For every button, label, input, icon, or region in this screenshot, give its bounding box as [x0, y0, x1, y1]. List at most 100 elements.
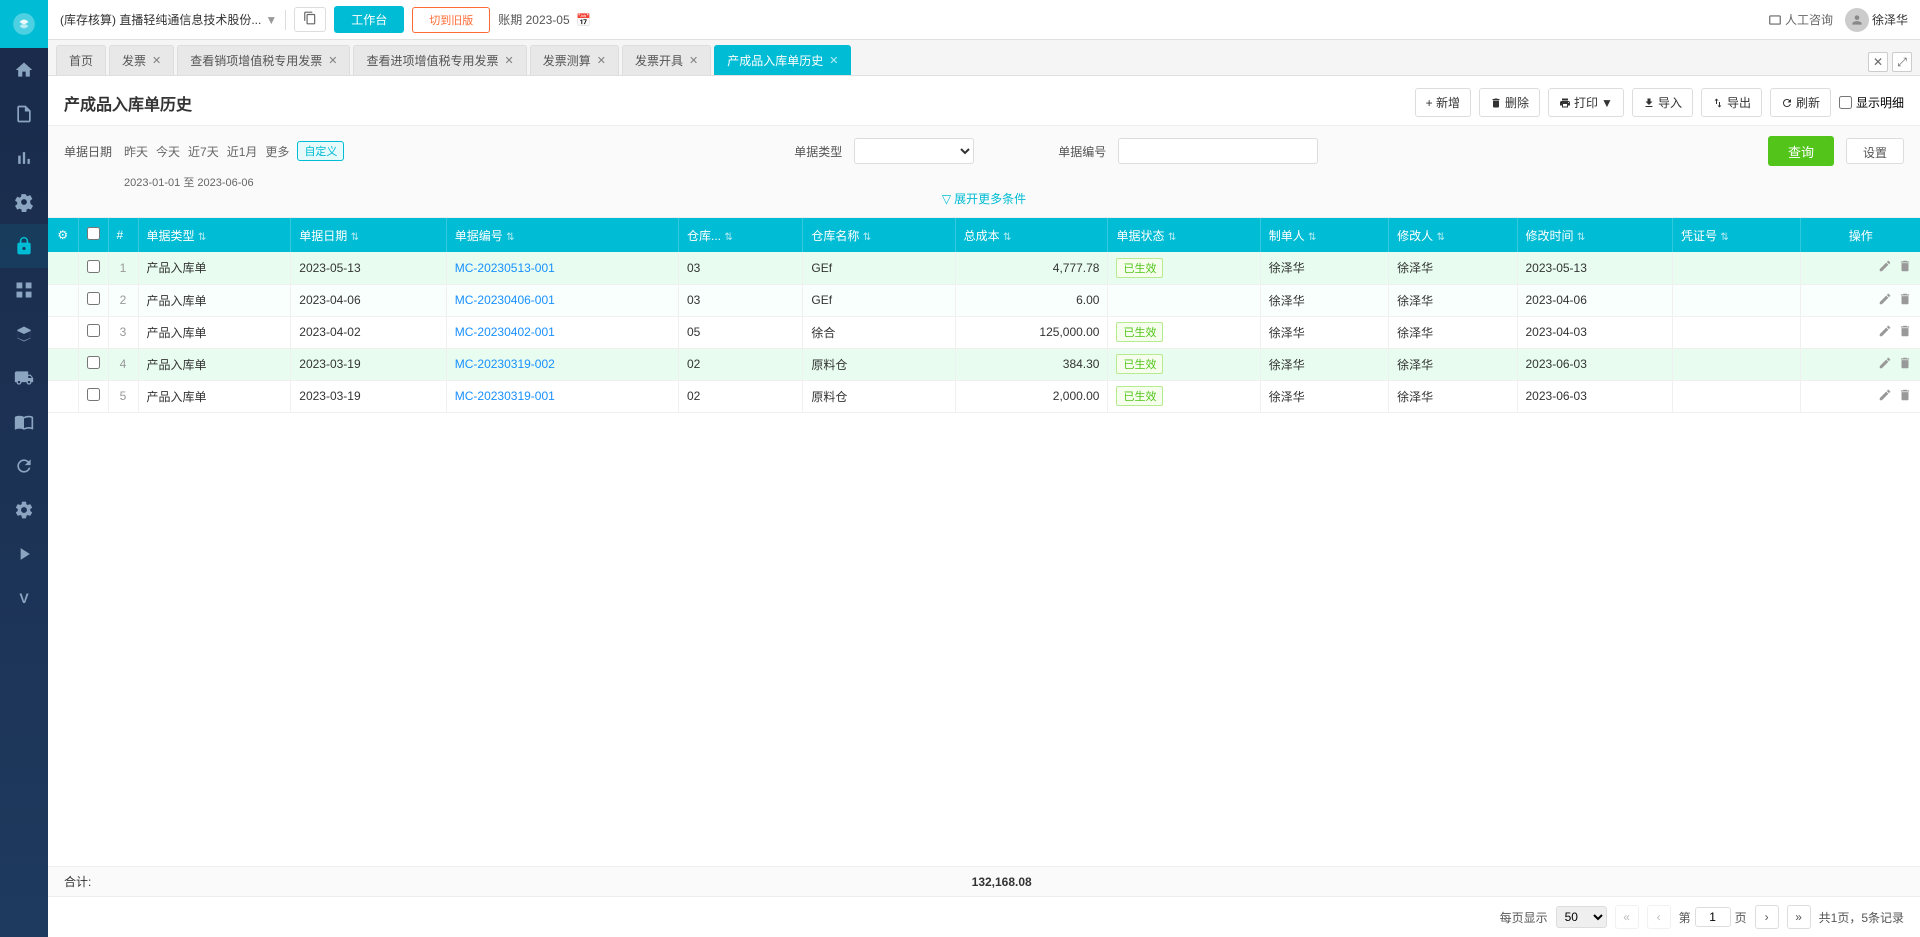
tab-calc-close[interactable]: ✕: [597, 54, 606, 67]
th-cost[interactable]: 总成本 ⇅: [955, 218, 1108, 252]
export-btn[interactable]: 导出: [1701, 88, 1762, 117]
td-checkbox[interactable]: [78, 380, 108, 412]
record-link[interactable]: MC-20230319-001: [455, 389, 555, 403]
date-more[interactable]: 更多: [265, 143, 289, 160]
refresh-btn[interactable]: 刷新: [1770, 88, 1831, 117]
sidebar-item-config[interactable]: [0, 488, 48, 532]
th-status[interactable]: 单据状态 ⇅: [1108, 218, 1260, 252]
th-modifier[interactable]: 修改人 ⇅: [1389, 218, 1517, 252]
th-checkbox[interactable]: [78, 218, 108, 252]
edit-icon[interactable]: [1878, 356, 1892, 373]
th-date[interactable]: 单据日期 ⇅: [291, 218, 446, 252]
first-page-btn[interactable]: «: [1615, 905, 1639, 929]
last-page-btn[interactable]: »: [1787, 905, 1811, 929]
sidebar-item-box[interactable]: [0, 312, 48, 356]
td-checkbox[interactable]: [78, 284, 108, 316]
print-btn[interactable]: 打印 ▼: [1548, 88, 1624, 117]
print-dropdown-icon[interactable]: ▼: [1601, 96, 1613, 110]
td-checkbox[interactable]: [78, 316, 108, 348]
th-voucher[interactable]: 凭证号 ⇅: [1672, 218, 1800, 252]
delete-row-icon[interactable]: [1898, 388, 1912, 405]
tab-calc[interactable]: 发票测算 ✕: [530, 45, 619, 75]
set-btn[interactable]: 设置: [1846, 138, 1904, 164]
sidebar-item-v[interactable]: V: [0, 576, 48, 620]
per-page-select[interactable]: 50 100 200: [1556, 906, 1607, 928]
sidebar-item-home[interactable]: [0, 48, 48, 92]
th-number[interactable]: 单据编号 ⇅: [446, 218, 678, 252]
date-today[interactable]: 今天: [156, 143, 180, 160]
next-page-btn[interactable]: ›: [1755, 905, 1779, 929]
user-menu[interactable]: 徐泽华: [1845, 8, 1908, 32]
sidebar-item-settings[interactable]: [0, 180, 48, 224]
switch-version-btn[interactable]: 切到旧版: [412, 7, 490, 33]
show-detail-checkbox[interactable]: [1839, 96, 1852, 109]
new-btn[interactable]: + 新增: [1415, 88, 1471, 117]
tab-check-sales-close[interactable]: ✕: [328, 54, 337, 67]
show-detail-toggle[interactable]: 显示明细: [1839, 94, 1904, 111]
company-dropdown-icon[interactable]: ▼: [265, 13, 277, 27]
delete-btn[interactable]: 删除: [1479, 88, 1540, 117]
tab-invoice-close[interactable]: ✕: [152, 54, 161, 67]
calendar-icon[interactable]: 📅: [576, 13, 591, 27]
edit-icon[interactable]: [1878, 292, 1892, 309]
prev-page-btn[interactable]: ‹: [1647, 905, 1671, 929]
date-yesterday[interactable]: 昨天: [124, 143, 148, 160]
sidebar-item-grid[interactable]: [0, 268, 48, 312]
help-btn[interactable]: 人工咨询: [1768, 11, 1833, 28]
record-link[interactable]: MC-20230402-001: [455, 325, 555, 339]
select-all-checkbox[interactable]: [87, 227, 100, 240]
delete-row-icon[interactable]: [1898, 356, 1912, 373]
delete-row-icon[interactable]: [1898, 292, 1912, 309]
tab-invoice[interactable]: 发票 ✕: [109, 45, 174, 75]
tab-open[interactable]: 发票开具 ✕: [622, 45, 711, 75]
expand-filter-btn[interactable]: ▽ 展开更多条件: [942, 190, 1026, 207]
row-checkbox[interactable]: [87, 292, 100, 305]
tab-expand-btn[interactable]: ⤢: [1892, 52, 1912, 72]
record-link[interactable]: MC-20230513-001: [455, 261, 555, 275]
page-number-input[interactable]: [1695, 907, 1731, 927]
tab-check-sales[interactable]: 查看销项增值税专用发票 ✕: [177, 45, 350, 75]
sidebar-item-analytics[interactable]: [0, 136, 48, 180]
number-filter-input[interactable]: [1118, 138, 1318, 164]
edit-icon[interactable]: [1878, 388, 1892, 405]
edit-icon[interactable]: [1878, 259, 1892, 276]
tab-product-history-close[interactable]: ✕: [829, 54, 838, 67]
tab-product-history[interactable]: 产成品入库单历史 ✕: [714, 45, 851, 75]
row-checkbox[interactable]: [87, 324, 100, 337]
row-checkbox[interactable]: [87, 260, 100, 273]
th-creator[interactable]: 制单人 ⇅: [1260, 218, 1388, 252]
sidebar-item-invoice[interactable]: [0, 92, 48, 136]
date-1month[interactable]: 近1月: [227, 143, 258, 160]
td-checkbox[interactable]: [78, 348, 108, 380]
tab-open-close[interactable]: ✕: [689, 54, 698, 67]
tab-check-purchase[interactable]: 查看进项增值税专用发票 ✕: [353, 45, 526, 75]
type-filter-select[interactable]: 产品入库单: [854, 138, 974, 164]
delete-row-icon[interactable]: [1898, 324, 1912, 341]
th-wcode[interactable]: 仓库... ⇅: [678, 218, 802, 252]
sidebar-item-refresh[interactable]: [0, 444, 48, 488]
sidebar-item-truck[interactable]: [0, 356, 48, 400]
edit-icon[interactable]: [1878, 324, 1892, 341]
workbench-btn[interactable]: 工作台: [334, 6, 404, 33]
th-wname[interactable]: 仓库名称 ⇅: [803, 218, 955, 252]
tab-close-all-btn[interactable]: ✕: [1868, 52, 1888, 72]
date-7days[interactable]: 近7天: [188, 143, 219, 160]
th-mtime[interactable]: 修改时间 ⇅: [1517, 218, 1672, 252]
th-settings[interactable]: ⚙: [48, 218, 78, 252]
date-custom[interactable]: 自定义: [297, 141, 344, 161]
row-checkbox[interactable]: [87, 356, 100, 369]
td-checkbox[interactable]: [78, 252, 108, 284]
sidebar-item-play[interactable]: [0, 532, 48, 576]
tab-check-purchase-close[interactable]: ✕: [505, 54, 514, 67]
delete-row-icon[interactable]: [1898, 259, 1912, 276]
record-link[interactable]: MC-20230319-002: [455, 357, 555, 371]
row-checkbox[interactable]: [87, 388, 100, 401]
record-link[interactable]: MC-20230406-001: [455, 293, 555, 307]
tab-home[interactable]: 首页: [56, 45, 106, 75]
query-btn[interactable]: 查询: [1768, 136, 1834, 166]
copy-btn[interactable]: [294, 7, 326, 32]
th-type[interactable]: 单据类型 ⇅: [138, 218, 291, 252]
sidebar-item-lock[interactable]: [0, 224, 48, 268]
import-btn[interactable]: 导入: [1632, 88, 1693, 117]
sidebar-item-book[interactable]: [0, 400, 48, 444]
